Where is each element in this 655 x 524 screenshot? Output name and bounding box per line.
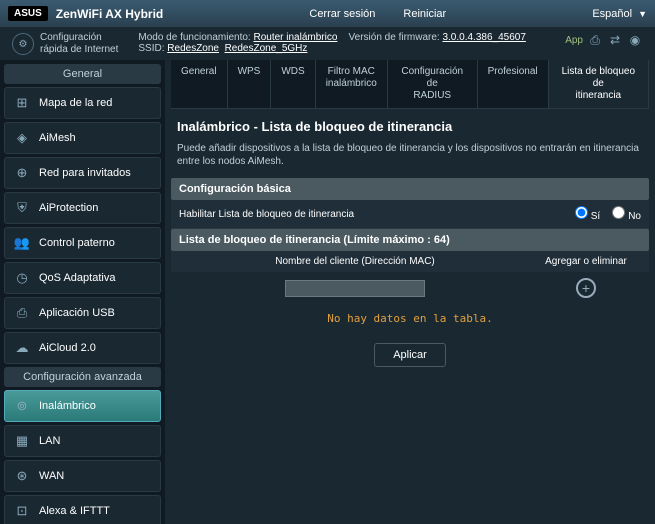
col-client: Nombre del cliente (Dirección MAC) — [179, 256, 531, 267]
sidebar-icon: ⊞ — [13, 94, 31, 112]
language-selector[interactable]: Español — [592, 8, 632, 20]
sidebar-icon: ⊚ — [13, 397, 31, 415]
apply-button[interactable]: Aplicar — [374, 343, 446, 367]
sidebar: General ⊞ Mapa de la red ◈ AiMesh ⊕ Red para … — [0, 60, 165, 524]
sidebar-icon: ⊡ — [13, 502, 31, 520]
sidebar-icon: ▦ — [13, 432, 31, 450]
tab[interactable]: Profesional — [478, 60, 549, 108]
reboot-button[interactable]: Reiniciar — [403, 8, 446, 20]
sidebar-item[interactable]: ⛨ AiProtection — [4, 192, 161, 224]
sidebar-icon: ◷ — [13, 269, 31, 287]
main-content: GeneralWPSWDSFiltro MAC inalámbricoConfi… — [165, 60, 655, 524]
sidebar-item[interactable]: ◈ AiMesh — [4, 122, 161, 154]
globe-icon[interactable]: ◉ — [627, 32, 643, 48]
enable-label: Habilitar Lista de bloqueo de itineranci… — [179, 209, 575, 220]
page-description: Puede añadir dispositivos a la lista de … — [171, 142, 649, 178]
sidebar-item-label: LAN — [39, 435, 60, 447]
quick-setup-link[interactable]: Configuración rápida de Internet — [40, 32, 118, 56]
brand-logo: ASUS — [8, 6, 48, 21]
sidebar-item-label: Control paterno — [39, 237, 115, 249]
sidebar-icon: 👥 — [13, 234, 31, 252]
tab-bar: GeneralWPSWDSFiltro MAC inalámbricoConfi… — [171, 60, 649, 109]
mode-label: Modo de funcionamiento: — [138, 32, 250, 43]
sidebar-item-label: Inalámbrico — [39, 400, 96, 412]
link-icon[interactable]: ⇄ — [607, 32, 623, 48]
radio-yes[interactable]: Sí — [575, 206, 600, 222]
enable-row: Habilitar Lista de bloqueo de itineranci… — [171, 200, 649, 229]
ssid2-link[interactable]: RedesZone_5GHz — [225, 43, 308, 54]
sidebar-icon: ☁ — [13, 339, 31, 357]
blocklist-header: Lista de bloqueo de itinerancia (Límite … — [171, 229, 649, 251]
sidebar-icon: ⎙ — [13, 304, 31, 322]
sidebar-item-label: AiCloud 2.0 — [39, 342, 96, 354]
sidebar-item-label: WAN — [39, 470, 64, 482]
tab[interactable]: Lista de bloqueo de itinerancia — [549, 60, 649, 108]
app-badge[interactable]: App — [565, 35, 583, 46]
tab[interactable]: WPS — [228, 60, 272, 108]
sidebar-item[interactable]: ⊛ WAN — [4, 460, 161, 492]
sidebar-general-head: General — [4, 64, 161, 84]
radio-no[interactable]: No — [612, 206, 641, 222]
sidebar-item-label: AiProtection — [39, 202, 98, 214]
sidebar-item[interactable]: ⎙ Aplicación USB — [4, 297, 161, 329]
sidebar-icon: ⊕ — [13, 164, 31, 182]
tab[interactable]: WDS — [271, 60, 315, 108]
col-action: Agregar o eliminar — [531, 256, 641, 267]
sidebar-item[interactable]: ☁ AiCloud 2.0 — [4, 332, 161, 364]
sidebar-item[interactable]: ⊕ Red para invitados — [4, 157, 161, 189]
info-bar: ⚙ Configuración rápida de Internet Modo … — [0, 28, 655, 60]
sidebar-item-label: Mapa de la red — [39, 97, 112, 109]
table-input-row: + — [171, 272, 649, 304]
sidebar-icon: ⊛ — [13, 467, 31, 485]
page-title: Inalámbrico - Lista de bloqueo de itiner… — [171, 109, 649, 142]
ssid-label: SSID: — [138, 43, 164, 54]
mode-link[interactable]: Router inalámbrico — [253, 32, 337, 43]
fw-label: Versión de firmware: — [349, 32, 440, 43]
add-button[interactable]: + — [576, 278, 596, 298]
sidebar-item[interactable]: ⊡ Alexa & IFTTT — [4, 495, 161, 524]
tab[interactable]: Configuración de RADIUS — [388, 60, 478, 108]
usb-icon[interactable]: ⎙ — [587, 32, 603, 48]
sidebar-item-label: QoS Adaptativa — [39, 272, 115, 284]
sidebar-item-label: AiMesh — [39, 132, 76, 144]
sidebar-item[interactable]: ⊚ Inalámbrico — [4, 390, 161, 422]
sidebar-icon: ◈ — [13, 129, 31, 147]
chevron-down-icon[interactable]: ▼ — [638, 9, 647, 19]
sidebar-item[interactable]: ⊞ Mapa de la red — [4, 87, 161, 119]
logout-button[interactable]: Cerrar sesión — [309, 8, 375, 20]
sidebar-item-label: Red para invitados — [39, 167, 131, 179]
sidebar-item[interactable]: ◷ QoS Adaptativa — [4, 262, 161, 294]
sidebar-item[interactable]: 👥 Control paterno — [4, 227, 161, 259]
sidebar-item[interactable]: ▦ LAN — [4, 425, 161, 457]
tab[interactable]: General — [171, 60, 228, 108]
ssid1-link[interactable]: RedesZone — [167, 43, 219, 54]
table-header: Nombre del cliente (Dirección MAC) Agreg… — [171, 251, 649, 272]
quick-setup-icon[interactable]: ⚙ — [12, 33, 34, 55]
sidebar-item-label: Aplicación USB — [39, 307, 115, 319]
tab[interactable]: Filtro MAC inalámbrico — [316, 60, 388, 108]
top-bar: ASUS ZenWiFi AX Hybrid Cerrar sesión Rei… — [0, 0, 655, 28]
sidebar-icon: ⛨ — [13, 199, 31, 217]
sidebar-advanced-head: Configuración avanzada — [4, 367, 161, 387]
fw-link[interactable]: 3.0.0.4.386_45607 — [442, 32, 525, 43]
model-name: ZenWiFi AX Hybrid — [56, 7, 163, 21]
no-data-message: No hay datos en la tabla. — [171, 304, 649, 333]
basic-config-header: Configuración básica — [171, 178, 649, 200]
sidebar-item-label: Alexa & IFTTT — [39, 505, 110, 517]
mac-input[interactable] — [285, 280, 425, 297]
